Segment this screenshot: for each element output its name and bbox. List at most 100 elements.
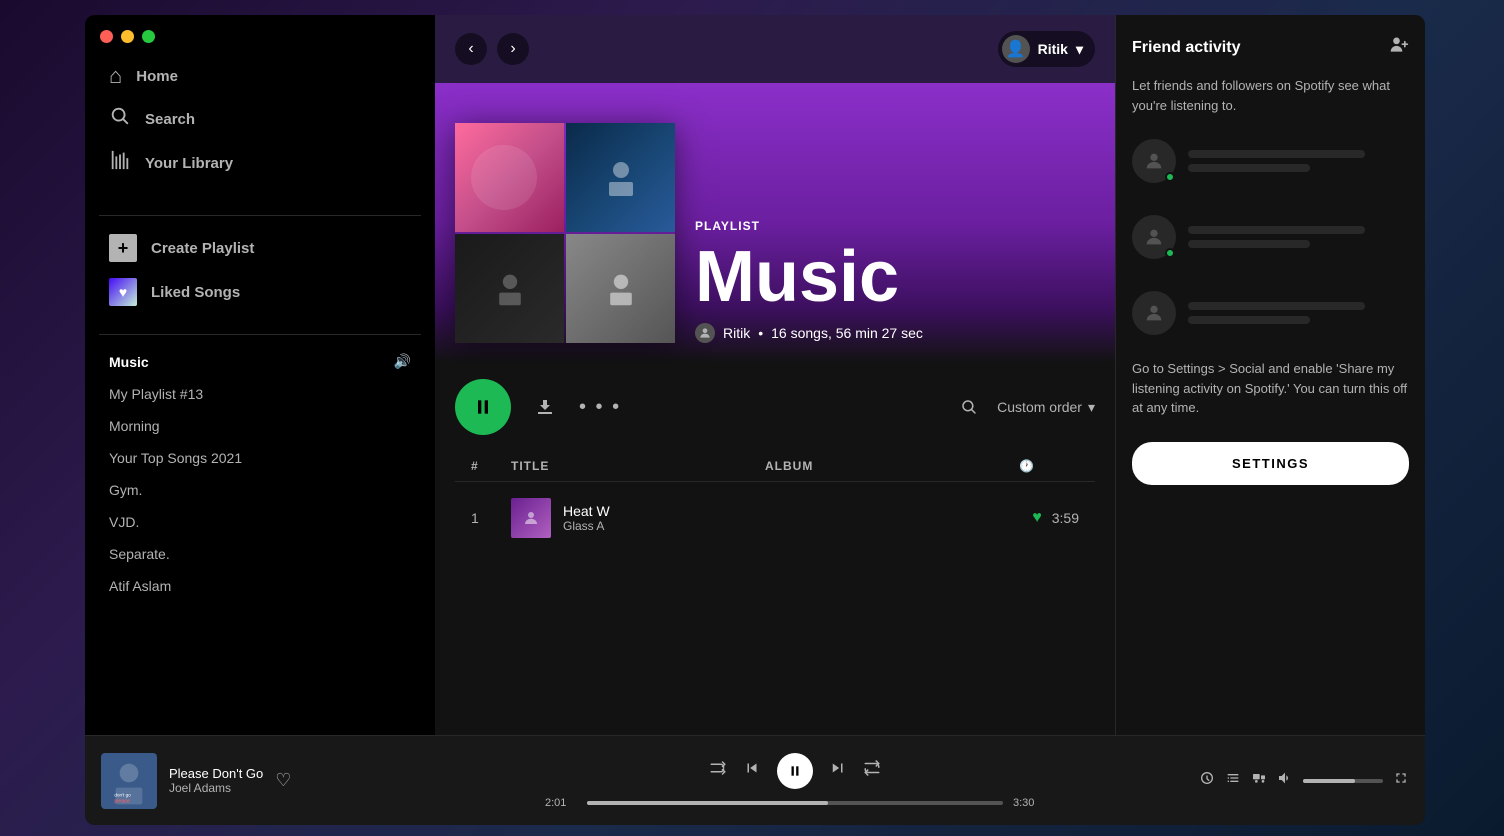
player-controls — [709, 753, 881, 789]
search-tracks-button[interactable] — [951, 389, 987, 425]
progress-track[interactable] — [587, 801, 1003, 805]
playlist-item-top-songs-label: Your Top Songs 2021 — [109, 450, 242, 466]
traffic-lights — [100, 30, 155, 43]
playlist-hero: PLAYLIST Music Ritik • 16 songs, 56 min … — [435, 83, 1115, 363]
playlist-item-vjd[interactable]: VJD. — [95, 506, 425, 538]
sidebar: ⌂ Home Search Your Library — [85, 15, 435, 735]
liked-songs-icon: ♥ — [109, 278, 137, 306]
create-playlist-label: Create Playlist — [151, 240, 254, 257]
track-duration: ♥ 3:59 — [1019, 509, 1079, 527]
back-button[interactable]: ‹ — [455, 33, 487, 65]
playlist-item-music[interactable]: Music 🔊 — [95, 345, 425, 378]
friend-line-long-1 — [1188, 150, 1365, 158]
custom-order-label: Custom order — [997, 399, 1082, 415]
controls-right: Custom order ▾ — [951, 389, 1095, 425]
track-text: Heat W Glass A — [563, 503, 610, 533]
playlist-item-morning-label: Morning — [109, 418, 160, 434]
next-button[interactable] — [829, 759, 847, 782]
sidebar-item-home[interactable]: ⌂ Home — [95, 55, 425, 97]
cover-cell-4 — [566, 234, 675, 343]
now-playing-thumbnail: please don't go — [101, 753, 157, 809]
create-playlist-item[interactable]: + Create Playlist — [95, 226, 425, 270]
friend-line-short-1 — [1188, 164, 1310, 172]
friend-placeholder-2 — [1132, 207, 1409, 267]
add-friend-icon[interactable] — [1389, 35, 1409, 60]
col-duration: 🕐 — [1019, 459, 1079, 473]
online-dot-2 — [1165, 248, 1175, 258]
table-row[interactable]: 1 Heat W Glass A ♥ 3:59 — [455, 490, 1095, 546]
friend-avatar-1 — [1132, 139, 1176, 183]
download-button[interactable] — [527, 389, 563, 425]
playlist-item-13[interactable]: My Playlist #13 — [95, 378, 425, 410]
nav-arrows: ‹ › — [455, 33, 529, 65]
player-bar: please don't go Please Don't Go Joel Ada… — [85, 735, 1425, 825]
liked-songs-item[interactable]: ♥ Liked Songs — [95, 270, 425, 314]
playlist-play-button[interactable] — [455, 379, 511, 435]
friend-activity-title: Friend activity — [1132, 39, 1240, 57]
track-list: # TITLE ALBUM 🕐 1 Heat W Glass A — [435, 451, 1115, 735]
current-time: 2:01 — [545, 797, 577, 809]
author-name: Ritik — [723, 325, 750, 341]
track-header: # TITLE ALBUM 🕐 — [455, 451, 1095, 482]
shuffle-button[interactable] — [709, 759, 727, 782]
custom-order-button[interactable]: Custom order ▾ — [997, 399, 1095, 416]
svg-text:don't go: don't go — [114, 792, 131, 797]
now-playing-actions: ♡ — [275, 770, 291, 791]
close-button[interactable] — [100, 30, 113, 43]
playlist-item-gym-label: Gym. — [109, 482, 142, 498]
now-playing-title: Please Don't Go — [169, 766, 263, 781]
playlist-item-music-right: 🔊 — [394, 353, 411, 370]
playlist-item-atif[interactable]: Atif Aslam — [95, 570, 425, 602]
now-playing-icon: 🔊 — [394, 353, 411, 370]
playlist-type-label: PLAYLIST — [695, 219, 1095, 233]
minimize-button[interactable] — [121, 30, 134, 43]
main-layout: ⌂ Home Search Your Library — [85, 15, 1425, 735]
user-dropdown-icon: ▾ — [1076, 41, 1083, 58]
meta-separator: • — [758, 325, 763, 341]
playlist-item-top-songs[interactable]: Your Top Songs 2021 — [95, 442, 425, 474]
top-nav: ‹ › 👤 Ritik ▾ — [435, 15, 1115, 83]
sidebar-item-library[interactable]: Your Library — [95, 141, 425, 185]
volume-slider[interactable] — [1303, 779, 1383, 783]
maximize-button[interactable] — [142, 30, 155, 43]
friend-activity-description: Let friends and followers on Spotify see… — [1132, 76, 1409, 115]
friend-avatar-2 — [1132, 215, 1176, 259]
col-number: # — [471, 459, 511, 473]
connect-device-button[interactable] — [1251, 770, 1267, 791]
user-menu[interactable]: 👤 Ritik ▾ — [998, 31, 1095, 67]
user-name: Ritik — [1038, 41, 1068, 57]
previous-button[interactable] — [743, 759, 761, 782]
forward-button[interactable]: › — [497, 33, 529, 65]
now-playing-info: Please Don't Go Joel Adams — [169, 766, 263, 795]
playlist-item-morning[interactable]: Morning — [95, 410, 425, 442]
user-avatar: 👤 — [1002, 35, 1030, 63]
progress-bar[interactable]: 2:01 3:30 — [545, 797, 1045, 809]
sidebar-item-search[interactable]: Search — [95, 97, 425, 141]
sidebar-divider — [99, 215, 421, 216]
play-pause-button[interactable] — [777, 753, 813, 789]
more-options-button[interactable]: • • • — [579, 396, 621, 419]
playlist-meta: Ritik • 16 songs, 56 min 27 sec — [695, 323, 1095, 343]
volume-fill — [1303, 779, 1355, 783]
controls-bar: • • • Custom order ▾ — [435, 363, 1115, 451]
friend-activity-cta: Go to Settings > Social and enable 'Shar… — [1132, 359, 1409, 418]
lyrics-button[interactable] — [1199, 770, 1215, 791]
playlist-item-music-label: Music — [109, 354, 149, 370]
track-liked-icon[interactable]: ♥ — [1032, 509, 1042, 527]
playlist-item-gym[interactable]: Gym. — [95, 474, 425, 506]
playlist-info: PLAYLIST Music Ritik • 16 songs, 56 min … — [695, 219, 1095, 343]
fullscreen-button[interactable] — [1393, 770, 1409, 791]
playlist-item-separate-label: Separate. — [109, 546, 170, 562]
queue-button[interactable] — [1225, 770, 1241, 791]
playlist-item-atif-label: Atif Aslam — [109, 578, 171, 594]
sidebar-actions: + Create Playlist ♥ Liked Songs — [85, 226, 435, 314]
playlist-item-separate[interactable]: Separate. — [95, 538, 425, 570]
track-number: 1 — [471, 510, 511, 526]
friend-avatar-3 — [1132, 291, 1176, 335]
volume-button[interactable] — [1277, 770, 1293, 791]
repeat-button[interactable] — [863, 759, 881, 782]
playlist-item-vjd-label: VJD. — [109, 514, 139, 530]
friend-activity-header: Friend activity — [1132, 35, 1409, 60]
settings-button[interactable]: SETTINGS — [1132, 442, 1409, 485]
like-button[interactable]: ♡ — [275, 770, 291, 791]
